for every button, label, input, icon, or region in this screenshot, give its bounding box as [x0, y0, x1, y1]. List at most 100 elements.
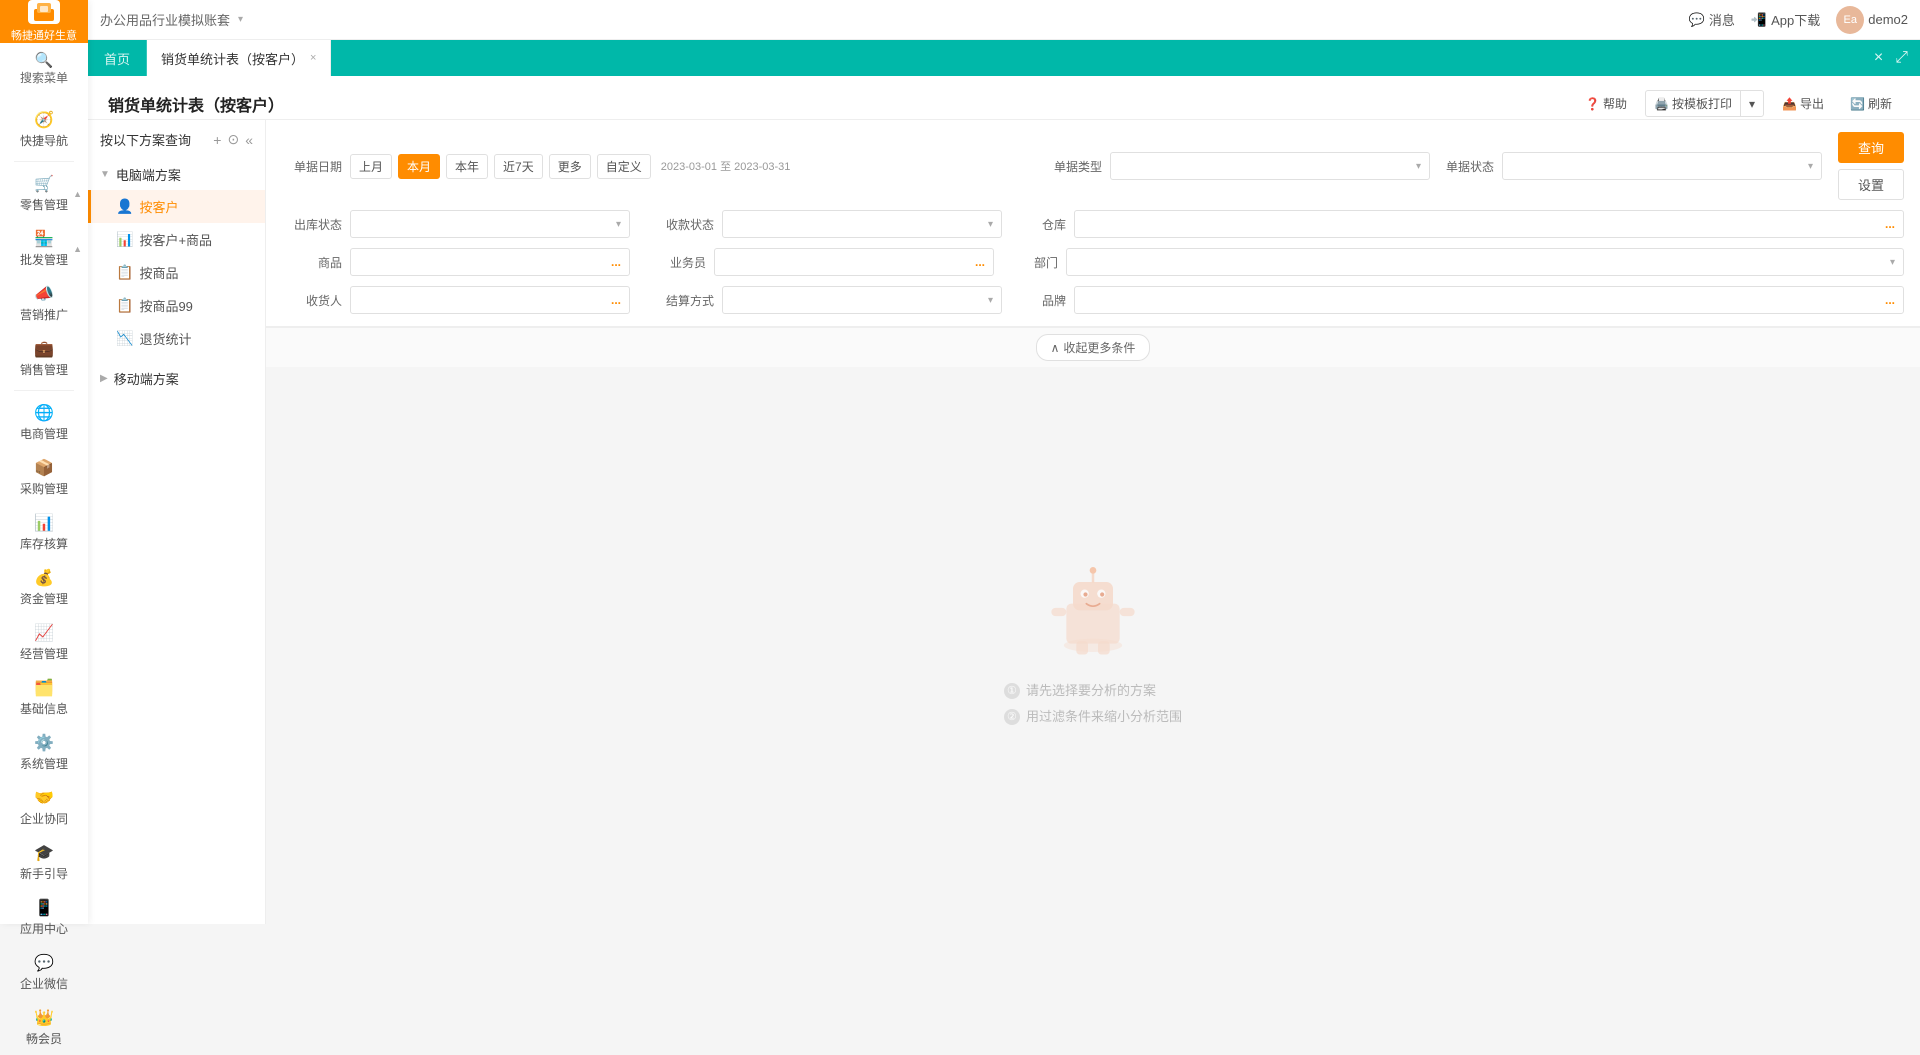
- settle-select[interactable]: ▾: [722, 286, 1002, 314]
- message-btn[interactable]: 💬 消息: [1689, 10, 1735, 29]
- refresh-label: 刷新: [1868, 95, 1892, 112]
- tab-active-label: 销货单统计表（按客户）: [161, 49, 304, 68]
- sidebar-item-basic-info[interactable]: 🗂️ 基础信息: [0, 670, 88, 725]
- add-scheme-icon[interactable]: +: [213, 132, 221, 148]
- sidebar-item-apps[interactable]: 📱 应用中心: [0, 890, 88, 945]
- brand-dots[interactable]: ...: [1885, 293, 1895, 307]
- status-select-arrow: ▾: [1808, 161, 1813, 172]
- scheme-customer-label: 按客户: [139, 197, 178, 216]
- date-btn-custom[interactable]: 自定义: [597, 154, 651, 179]
- goods-select[interactable]: ...: [350, 248, 630, 276]
- tab-maximize-btn[interactable]: ⤢: [1891, 49, 1912, 67]
- sidebar-item-finance[interactable]: 💰 资金管理: [0, 560, 88, 615]
- date-filter-control: 上月 本月 本年 近7天 更多 自定义 2023-03-01 至 2023-03…: [350, 154, 1038, 179]
- industry-dropdown-icon[interactable]: ▾: [238, 14, 243, 25]
- sidebar-item-operations[interactable]: 📈 经营管理: [0, 615, 88, 670]
- apps-label: 应用中心: [20, 920, 68, 937]
- settle-arrow: ▾: [988, 295, 993, 306]
- export-btn[interactable]: 📤 导出: [1774, 91, 1832, 116]
- sidebar-item-marketing[interactable]: 📣 营销推广: [0, 276, 88, 331]
- left-panel-header: 按以下方案查询 + ⊙ «: [88, 120, 265, 155]
- newbie-label: 新手引导: [20, 865, 68, 882]
- sidebar-item-system[interactable]: ⚙️ 系统管理: [0, 725, 88, 780]
- mobile-group-header[interactable]: ▶ 移动端方案: [88, 363, 265, 394]
- warehouse-dots[interactable]: ...: [1885, 217, 1895, 231]
- sidebar-item-sales[interactable]: 💼 销售管理: [0, 331, 88, 386]
- scheme-settings-icon[interactable]: ⊙: [227, 131, 239, 148]
- sidebar-item-purchase[interactable]: 📦 采购管理: [0, 450, 88, 505]
- scheme-item-returns[interactable]: 📉 退货统计: [88, 322, 265, 355]
- industry-label[interactable]: 办公用品行业模拟账套: [100, 10, 230, 29]
- print-btn-group: 🖨️ 按模板打印 ▾: [1645, 90, 1764, 117]
- refresh-btn[interactable]: 🔄 刷新: [1842, 91, 1900, 116]
- staff-dots[interactable]: ...: [975, 255, 985, 269]
- dept-label: 部门: [1018, 254, 1058, 271]
- brand-select[interactable]: ...: [1074, 286, 1904, 314]
- date-btn-this-month[interactable]: 本月: [398, 154, 440, 179]
- scheme-item-goods[interactable]: 📋 按商品: [88, 256, 265, 289]
- status-select[interactable]: ▾: [1502, 152, 1822, 180]
- sidebar-item-cooperation[interactable]: 🤝 企业协同: [0, 780, 88, 835]
- print-btn[interactable]: 🖨️ 按模板打印: [1646, 91, 1741, 116]
- print-dropdown-btn[interactable]: ▾: [1741, 93, 1763, 115]
- filter-row-1: 单据日期 上月 本月 本年 近7天 更多 自定义 2023-03-01 至 20…: [282, 132, 1904, 200]
- date-btn-last-month[interactable]: 上月: [350, 154, 392, 179]
- sidebar-item-vip[interactable]: 👑 畅会员: [0, 1000, 88, 1055]
- receiver-select[interactable]: ...: [350, 286, 630, 314]
- logo[interactable]: 畅捷通好生意: [0, 0, 88, 43]
- dept-arrow: ▾: [1890, 257, 1895, 268]
- help-btn[interactable]: ❓ 帮助: [1577, 91, 1635, 116]
- scheme-item-customer-goods[interactable]: 📊 按客户+商品: [88, 223, 265, 256]
- tab-home-label: 首页: [104, 49, 130, 68]
- sidebar-item-wechat[interactable]: 💬 企业微信: [0, 945, 88, 1000]
- out-status-select[interactable]: ▾: [350, 210, 630, 238]
- scheme-returns-label: 退货统计: [139, 329, 191, 348]
- sidebar-item-wholesale[interactable]: 🏪 批发管理 ▲: [0, 221, 88, 276]
- ecommerce-label: 电商管理: [20, 425, 68, 442]
- goods99-icon: 📋: [116, 297, 133, 314]
- quick-nav-icon: 🧭: [34, 110, 54, 130]
- divider-2: [14, 161, 74, 162]
- sidebar-item-quick-nav[interactable]: 🧭 快捷导航: [0, 102, 88, 157]
- goods-dots[interactable]: ...: [611, 255, 621, 269]
- date-btn-more[interactable]: 更多: [549, 154, 591, 179]
- tab-home[interactable]: 首页: [88, 40, 147, 76]
- collapse-panel-icon[interactable]: «: [245, 132, 253, 148]
- sidebar-search[interactable]: 🔍 消息 搜索菜单: [0, 43, 88, 94]
- user-profile[interactable]: Ea demo2: [1836, 6, 1908, 34]
- dept-select[interactable]: ▾: [1066, 248, 1904, 276]
- settings-button[interactable]: 设置: [1838, 169, 1904, 200]
- sidebar-item-newbie[interactable]: 🎓 新手引导: [0, 835, 88, 890]
- retail-icon: 🛒: [34, 174, 54, 194]
- retail-label: 零售管理: [20, 196, 68, 213]
- collapse-btn[interactable]: ∧ 收起更多条件: [1036, 334, 1151, 361]
- tab-minimize-btn[interactable]: ×: [1870, 49, 1887, 67]
- scheme-item-goods99[interactable]: 📋 按商品99: [88, 289, 265, 322]
- content-split: 按以下方案查询 + ⊙ « ▼ 电脑端方案 👤 按客户: [88, 120, 1920, 924]
- collect-status-arrow: ▾: [988, 219, 993, 230]
- date-btn-this-year[interactable]: 本年: [446, 154, 488, 179]
- date-filter-label: 单据日期: [282, 158, 342, 175]
- tab-close-icon[interactable]: ×: [310, 53, 316, 64]
- collect-status-select[interactable]: ▾: [722, 210, 1002, 238]
- sidebar-item-retail[interactable]: 🛒 零售管理 ▲: [0, 166, 88, 221]
- returns-icon: 📉: [116, 330, 133, 347]
- sidebar-item-inventory[interactable]: 📊 库存核算: [0, 505, 88, 560]
- type-select[interactable]: ▾: [1110, 152, 1430, 180]
- empty-state: ① 请先选择要分析的方案 ② 用过滤条件来缩小分析范围: [266, 367, 1920, 924]
- tab-active[interactable]: 销货单统计表（按客户） ×: [147, 40, 331, 76]
- logo-text: 畅捷通好生意: [11, 27, 77, 43]
- receiver-dots[interactable]: ...: [611, 293, 621, 307]
- date-btn-7days[interactable]: 近7天: [494, 154, 543, 179]
- hint-text-2: 用过滤条件来缩小分析范围: [1026, 704, 1182, 730]
- staff-select[interactable]: ...: [714, 248, 994, 276]
- query-button[interactable]: 查询: [1838, 132, 1904, 163]
- warehouse-select[interactable]: ...: [1074, 210, 1904, 238]
- sidebar-item-ecommerce[interactable]: 🌐 电商管理: [0, 395, 88, 450]
- wholesale-arrow-icon: ▲: [73, 244, 82, 254]
- pc-group-header[interactable]: ▼ 电脑端方案: [88, 159, 265, 190]
- app-download-btn[interactable]: 📲 App下载: [1751, 10, 1820, 29]
- status-filter-label: 单据状态: [1438, 158, 1494, 175]
- message-label: 消息: [1709, 10, 1735, 29]
- scheme-item-customer[interactable]: 👤 按客户: [88, 190, 265, 223]
